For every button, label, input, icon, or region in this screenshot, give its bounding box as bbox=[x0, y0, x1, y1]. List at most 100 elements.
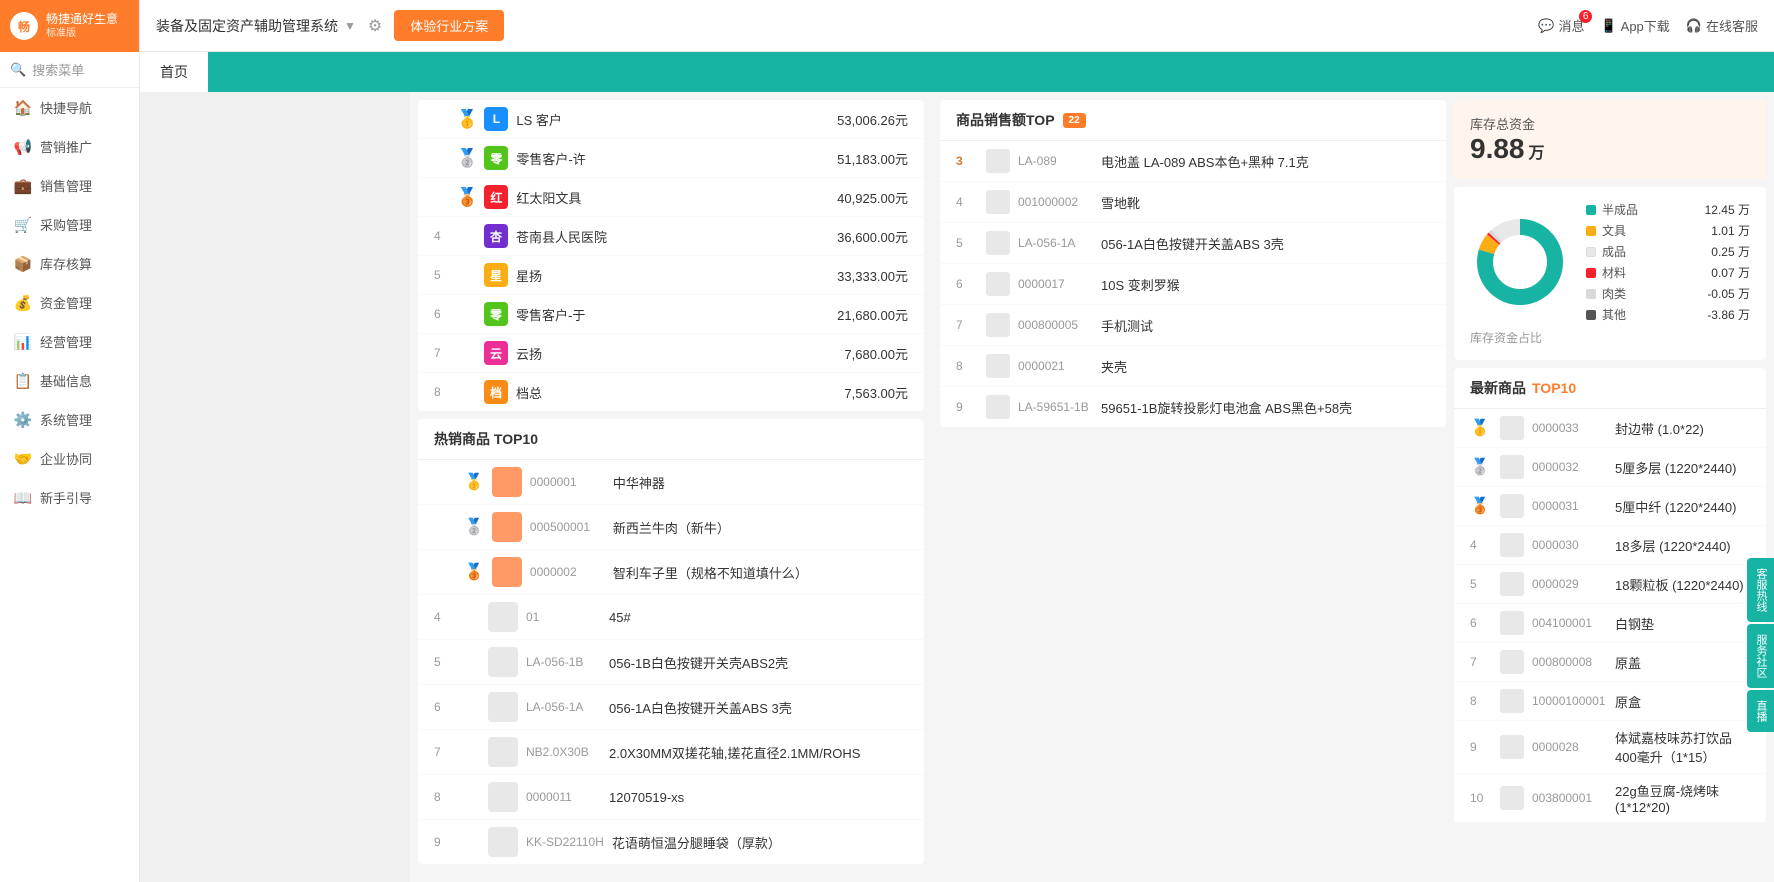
new-product-item: 🥇 0000033 封边带 (1.0*22) bbox=[1454, 409, 1766, 448]
app-download-btn[interactable]: 📱 App下载 bbox=[1600, 16, 1669, 35]
col-left: 🥇 L LS 客户 53,006.26元 🥈 零 零售客户-许 51,183.0… bbox=[410, 92, 932, 882]
customer-avatar: 云 bbox=[484, 341, 508, 365]
headset-icon: 🎧 bbox=[1686, 18, 1702, 34]
legend-dot bbox=[1586, 310, 1596, 320]
operation-icon: 📊 bbox=[14, 333, 32, 351]
sales-rank-item: 4 001000002 雪地靴 bbox=[940, 182, 1446, 223]
finance-icon: 💰 bbox=[14, 294, 32, 312]
customer-avatar: L bbox=[484, 107, 508, 131]
product-item: 4 01 45# bbox=[418, 595, 924, 640]
service-community-btn[interactable]: 服务社区 bbox=[1747, 624, 1774, 688]
customer-avatar: 档 bbox=[484, 380, 508, 404]
product-sales-header: 商品销售额TOP 22 bbox=[940, 100, 1446, 141]
donut-chart bbox=[1470, 212, 1570, 312]
customer-avatar: 星 bbox=[484, 263, 508, 287]
customer-avatar: 红 bbox=[484, 185, 508, 209]
product-thumbnail bbox=[986, 190, 1010, 214]
customer-avatar: 零 bbox=[484, 146, 508, 170]
product-img bbox=[492, 467, 522, 497]
inventory-panel: 库存总资金 9.88 万 bbox=[1454, 100, 1766, 179]
topbar: 装备及固定资产辅助管理系统 ▼ ⚙ 体验行业方案 💬 消息 6 📱 App下载 … bbox=[140, 0, 1774, 52]
sales-rank-item: 8 0000021 夹壳 bbox=[940, 346, 1446, 387]
tab-home[interactable]: 首页 bbox=[140, 52, 208, 92]
info-icon: 📋 bbox=[14, 372, 32, 390]
legend-item: 半成品 12.45 万 bbox=[1586, 201, 1750, 218]
two-col-layout: 🥇 L LS 客户 53,006.26元 🥈 零 零售客户-许 51,183.0… bbox=[410, 92, 1454, 882]
sidebar-item-jingying[interactable]: 📊 经营管理 bbox=[0, 322, 139, 361]
product-thumbnail bbox=[986, 395, 1010, 419]
product-thumbnail bbox=[986, 272, 1010, 296]
chart-container: 半成品 12.45 万 文具 1.01 万 成品 0.25 万 bbox=[1470, 201, 1750, 323]
dropdown-arrow-icon: ▼ bbox=[344, 19, 356, 33]
system-name: 装备及固定资产辅助管理系统 ▼ bbox=[156, 16, 356, 36]
new-product-thumbnail bbox=[1500, 416, 1524, 440]
settings-icon[interactable]: ⚙ bbox=[368, 16, 382, 36]
topbar-right-actions: 💬 消息 6 📱 App下载 🎧 在线客服 bbox=[1538, 16, 1758, 35]
sidebar-item-xinshou[interactable]: 📖 新手引导 bbox=[0, 478, 139, 517]
customer-rank-item: 6 零 零售客户-于 21,680.00元 bbox=[418, 295, 924, 334]
sales-rank-item: 7 000800005 手机测试 bbox=[940, 305, 1446, 346]
new-product-item: 4 0000030 18多层 (1220*2440) bbox=[1454, 526, 1766, 565]
medal-bronze-icon: 🥉 bbox=[456, 187, 478, 208]
mobile-icon: 📱 bbox=[1600, 18, 1616, 34]
message-icon: 💬 bbox=[1538, 18, 1554, 34]
sidebar-item-xitong[interactable]: ⚙️ 系统管理 bbox=[0, 400, 139, 439]
online-service-btn[interactable]: 🎧 在线客服 bbox=[1686, 16, 1758, 35]
new-product-thumbnail bbox=[1500, 494, 1524, 518]
product-item: 🥈 000500001 新西兰牛肉（新牛） bbox=[418, 505, 924, 550]
customer-ranking-panel: 🥇 L LS 客户 53,006.26元 🥈 零 零售客户-许 51,183.0… bbox=[418, 100, 924, 411]
customer-rank-item: 🥈 零 零售客户-许 51,183.00元 bbox=[418, 139, 924, 178]
sidebar-item-qiye[interactable]: 🤝 企业协同 bbox=[0, 439, 139, 478]
medal-silver-icon: 🥈 bbox=[456, 148, 478, 169]
sidebar-item-kuaijie[interactable]: 🏠 快捷导航 bbox=[0, 88, 139, 127]
new-product-item: 9 0000028 体斌嘉枝味苏打饮品400毫升（1*15） bbox=[1454, 721, 1766, 774]
medal-gold-icon: 🥇 bbox=[456, 109, 478, 130]
sidebar-item-caigou[interactable]: 🛒 采购管理 bbox=[0, 205, 139, 244]
product-img bbox=[488, 782, 518, 812]
product-img bbox=[488, 647, 518, 677]
product-thumbnail bbox=[986, 313, 1010, 337]
customer-service-btn[interactable]: 客服热线 bbox=[1747, 558, 1774, 622]
customer-rank-list: 🥇 L LS 客户 53,006.26元 🥈 零 零售客户-许 51,183.0… bbox=[418, 100, 924, 411]
sidebar: 畅 畅捷通好生意 标准版 🔍 搜索菜单 🏠 快捷导航 📢 营销推广 💼 销售管理… bbox=[0, 0, 140, 882]
content-wrapper: 🥇 L LS 客户 53,006.26元 🥈 零 零售客户-许 51,183.0… bbox=[140, 92, 1774, 882]
customer-rank-item: 4 杏 苍南县人民医院 36,600.00元 bbox=[418, 217, 924, 256]
product-img bbox=[492, 512, 522, 542]
main-area: 装备及固定资产辅助管理系统 ▼ ⚙ 体验行业方案 💬 消息 6 📱 App下载 … bbox=[140, 0, 1774, 882]
sidebar-item-xiaoshou[interactable]: 💼 销售管理 bbox=[0, 166, 139, 205]
inventory-chart-panel: 半成品 12.45 万 文具 1.01 万 成品 0.25 万 bbox=[1454, 187, 1766, 360]
product-item: 6 LA-056-1A 056-1A白色按键开关盖ABS 3壳 bbox=[418, 685, 924, 730]
product-thumbnail bbox=[986, 354, 1010, 378]
customer-avatar: 杏 bbox=[484, 224, 508, 248]
sidebar-item-zijin[interactable]: 💰 资金管理 bbox=[0, 283, 139, 322]
customer-rank-item: 5 星 星扬 33,333.00元 bbox=[418, 256, 924, 295]
sidebar-item-yingxiao[interactable]: 📢 营销推广 bbox=[0, 127, 139, 166]
product-sales-list: 3 LA-089 电池盖 LA-089 ABS本色+黑种 7.1克 4 0010… bbox=[940, 141, 1446, 427]
purchase-icon: 🛒 bbox=[14, 216, 32, 234]
marketing-icon: 📢 bbox=[14, 138, 32, 156]
product-thumbnail bbox=[986, 149, 1010, 173]
new-product-thumbnail bbox=[1500, 533, 1524, 557]
hot-products-list: 🥇 0000001 中华神器 🥈 000500001 新西兰牛肉（新牛） bbox=[418, 460, 924, 864]
legend-item: 材料 0.07 万 bbox=[1586, 264, 1750, 281]
inventory-amount: 9.88 万 bbox=[1470, 133, 1750, 165]
sidebar-item-kucun[interactable]: 📦 库存核算 bbox=[0, 244, 139, 283]
system-icon: ⚙️ bbox=[14, 411, 32, 429]
top-badge: 22 bbox=[1063, 113, 1086, 128]
legend-item: 肉类 -0.05 万 bbox=[1586, 285, 1750, 302]
product-item: 🥉 0000002 智利车子里（规格不知道填什么） bbox=[418, 550, 924, 595]
sidebar-item-jichuinfo[interactable]: 📋 基础信息 bbox=[0, 361, 139, 400]
float-service: 客服热线 服务社区 直播 bbox=[1747, 558, 1774, 732]
message-btn[interactable]: 💬 消息 6 bbox=[1538, 16, 1584, 35]
product-item: 🥇 0000001 中华神器 bbox=[418, 460, 924, 505]
search-menu[interactable]: 🔍 搜索菜单 bbox=[0, 52, 139, 88]
trial-button[interactable]: 体验行业方案 bbox=[394, 10, 504, 41]
live-stream-btn[interactable]: 直播 bbox=[1747, 690, 1774, 732]
legend-item: 文具 1.01 万 bbox=[1586, 222, 1750, 239]
new-product-thumbnail bbox=[1500, 455, 1524, 479]
legend-dot bbox=[1586, 226, 1596, 236]
left-placeholder bbox=[140, 92, 410, 882]
cooperation-icon: 🤝 bbox=[14, 450, 32, 468]
sales-rank-item: 3 LA-089 电池盖 LA-089 ABS本色+黑种 7.1克 bbox=[940, 141, 1446, 182]
legend-dot bbox=[1586, 289, 1596, 299]
